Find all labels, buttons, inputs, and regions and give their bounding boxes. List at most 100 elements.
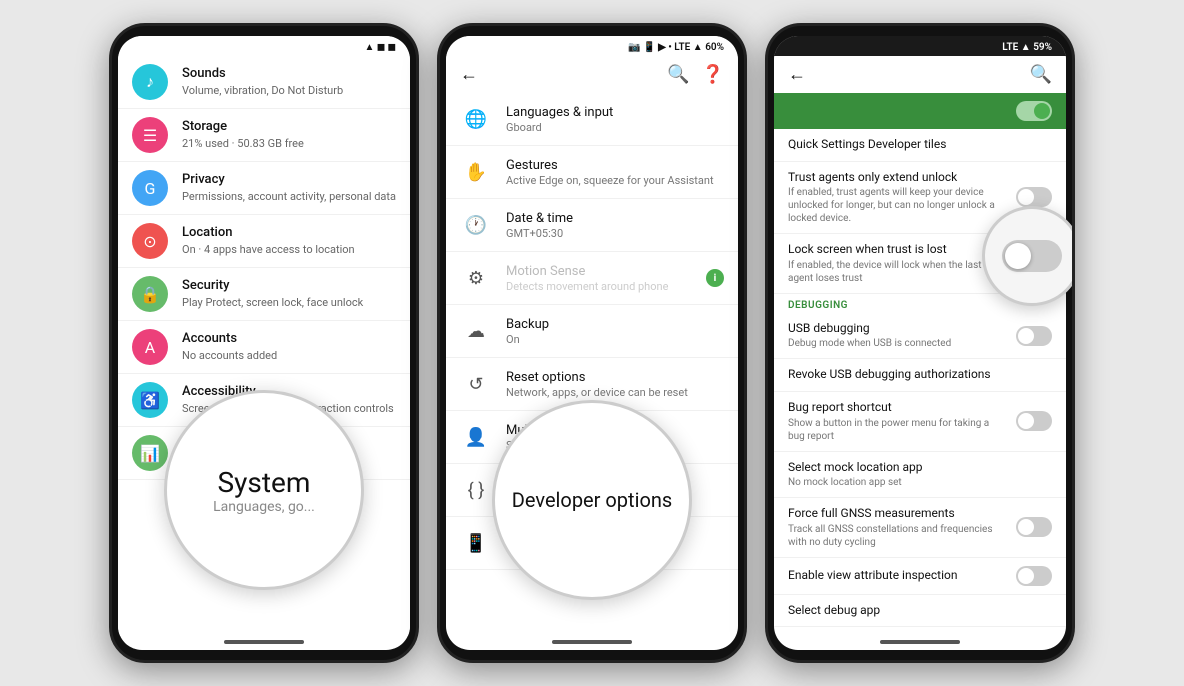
system-item-icon: 🌐 [460, 103, 492, 135]
info-dot: i [706, 269, 724, 287]
dev-item[interactable]: Select mock location app No mock locatio… [774, 452, 1066, 499]
search-icon[interactable]: 🔍 [667, 64, 689, 85]
dev-on-toggle[interactable] [1016, 101, 1052, 121]
system-item-icon: ☁ [460, 315, 492, 347]
dev-item[interactable]: Select debug app [774, 595, 1066, 628]
dev-item-title: Quick Settings Developer tiles [788, 137, 1052, 153]
settings-item-sub: 21% used · 50.83 GB free [182, 137, 396, 151]
magnifier-1: SystemLanguages, go... [164, 390, 364, 590]
dev-item-sub: If enabled, trust agents will keep your … [788, 186, 1008, 225]
system-item-sub: On [506, 333, 724, 346]
dev-toggle[interactable] [1016, 187, 1052, 207]
status-icons-3: LTE ▲ 59% [1002, 42, 1052, 53]
status-bar-1: ▲ ◼ ◼ [118, 36, 410, 56]
dev-item-title: Lock screen when trust is lost [788, 242, 1008, 258]
system-item[interactable]: ✋ Gestures Active Edge on, squeeze for y… [446, 146, 738, 199]
system-item-title: Date & time [506, 211, 724, 226]
system-item[interactable]: ⚙ Motion Sense Detects movement around p… [446, 252, 738, 305]
settings-item-icon: ♪ [132, 64, 168, 100]
dev-toggle[interactable] [1016, 517, 1052, 537]
phone-2: 📷 📱 ▶ • LTE ▲ 60% ← 🔍 ❓ 🌐 Languages & in… [437, 23, 747, 663]
settings-item-icon: ☰ [132, 117, 168, 153]
settings-item-icon: G [132, 170, 168, 206]
dev-item-sub: If enabled, the device will lock when th… [788, 259, 1008, 285]
system-item-icon: ↺ [460, 368, 492, 400]
settings-item-title: Sounds [182, 66, 396, 83]
settings-item-sub: On · 4 apps have access to location [182, 243, 396, 257]
dev-back-button[interactable]: ← [788, 64, 806, 85]
home-bar-2 [552, 640, 632, 644]
dev-item-title: USB debugging [788, 321, 1008, 337]
dev-toggle[interactable] [1016, 566, 1052, 586]
dev-toggle[interactable] [1016, 411, 1052, 431]
system-item-sub: Active Edge on, squeeze for your Assista… [506, 174, 724, 187]
settings-item-icon: 📊 [132, 435, 168, 471]
settings-item[interactable]: ♪ Sounds Volume, vibration, Do Not Distu… [118, 56, 410, 109]
settings-item[interactable]: ☰ Storage 21% used · 50.83 GB free [118, 109, 410, 162]
settings-item[interactable]: 🔒 Security Play Protect, screen lock, fa… [118, 268, 410, 321]
settings-item-title: Accounts [182, 331, 396, 348]
settings-item-title: Storage [182, 119, 396, 136]
system-item-icon: ✋ [460, 156, 492, 188]
dev-search-icon[interactable]: 🔍 [1030, 64, 1052, 85]
dev-toggle[interactable] [1016, 326, 1052, 346]
system-item[interactable]: ☁ Backup On [446, 305, 738, 358]
system-item-title: Reset options [506, 370, 724, 385]
dev-item-sub: Show a button in the power menu for taki… [788, 417, 1008, 443]
dev-item-title: Force full GNSS measurements [788, 506, 1008, 522]
dev-item[interactable]: USB debugging Debug mode when USB is con… [774, 313, 1066, 360]
dev-header: ← 🔍 [774, 56, 1066, 93]
home-bar-1 [224, 640, 304, 644]
dev-item-title: Bug report shortcut [788, 400, 1008, 416]
system-item-sub: GMT+05:30 [506, 227, 724, 240]
status-icons-1: ▲ ◼ ◼ [365, 42, 396, 53]
dev-item-sub: No mock location app set [788, 476, 1052, 489]
system-header: ← 🔍 ❓ [446, 56, 738, 93]
settings-item-icon: ♿ [132, 382, 168, 418]
settings-item-icon: 🔒 [132, 276, 168, 312]
system-item[interactable]: 🕐 Date & time GMT+05:30 [446, 199, 738, 252]
system-item-sub: Gboard [506, 121, 724, 134]
dev-item[interactable]: Force full GNSS measurements Track all G… [774, 498, 1066, 558]
dev-item[interactable]: Enable view attribute inspection [774, 558, 1066, 595]
dev-item[interactable]: Bug report shortcut Show a button in the… [774, 392, 1066, 452]
dev-on-bar [774, 93, 1066, 129]
usb-magnifier [982, 206, 1075, 306]
system-item-sub: Network, apps, or device can be reset [506, 386, 724, 399]
dev-list: Quick Settings Developer tiles Trust age… [774, 129, 1066, 636]
dev-item-title: Trust agents only extend unlock [788, 170, 1008, 186]
settings-item[interactable]: G Privacy Permissions, account activity,… [118, 162, 410, 215]
system-item-icon: ⚙ [460, 262, 492, 294]
dev-item[interactable]: Revoke USB debugging authorizations [774, 359, 1066, 392]
magnifier-2: Developer options [492, 400, 692, 600]
settings-item-title: Privacy [182, 172, 396, 189]
dev-item-title: Enable view attribute inspection [788, 568, 1008, 584]
settings-item[interactable]: ⊙ Location On · 4 apps have access to lo… [118, 215, 410, 268]
dev-item[interactable]: Quick Settings Developer tiles [774, 129, 1066, 162]
system-item-title: Backup [506, 317, 724, 332]
phone-1: ▲ ◼ ◼ ♪ Sounds Volume, vibration, Do Not… [109, 23, 419, 663]
mag1-sub: Languages, go... [213, 499, 315, 515]
status-icons-2: 📷 📱 ▶ • LTE ▲ 60% [628, 42, 724, 53]
system-item-icon: 📱 [460, 527, 492, 559]
settings-item-title: Location [182, 225, 396, 242]
system-item-icon: 🕐 [460, 209, 492, 241]
settings-item-sub: Play Protect, screen lock, face unlock [182, 296, 396, 310]
system-item-sub: Detects movement around phone [506, 280, 692, 293]
system-item-title: Motion Sense [506, 264, 692, 279]
dev-item-sub: Debug mode when USB is connected [788, 337, 1008, 350]
dev-item-title: Revoke USB debugging authorizations [788, 367, 1052, 383]
system-item-icon: 👤 [460, 421, 492, 453]
dev-item-title: Select mock location app [788, 460, 1052, 476]
system-item[interactable]: 🌐 Languages & input Gboard [446, 93, 738, 146]
dev-item-title: Select debug app [788, 603, 1052, 619]
settings-item[interactable]: A Accounts No accounts added [118, 321, 410, 374]
dev-item-sub: Track all GNSS constellations and freque… [788, 523, 1008, 549]
phone-3: LTE ▲ 59% ← 🔍 Quick Settings Developer t… [765, 23, 1075, 663]
mag2-text: Developer options [512, 488, 672, 512]
back-button[interactable]: ← [460, 64, 478, 85]
usb-debug-toggle-large[interactable] [1002, 240, 1062, 272]
help-icon[interactable]: ❓ [702, 64, 724, 85]
system-item-title: Languages & input [506, 105, 724, 120]
system-item-title: Gestures [506, 158, 724, 173]
